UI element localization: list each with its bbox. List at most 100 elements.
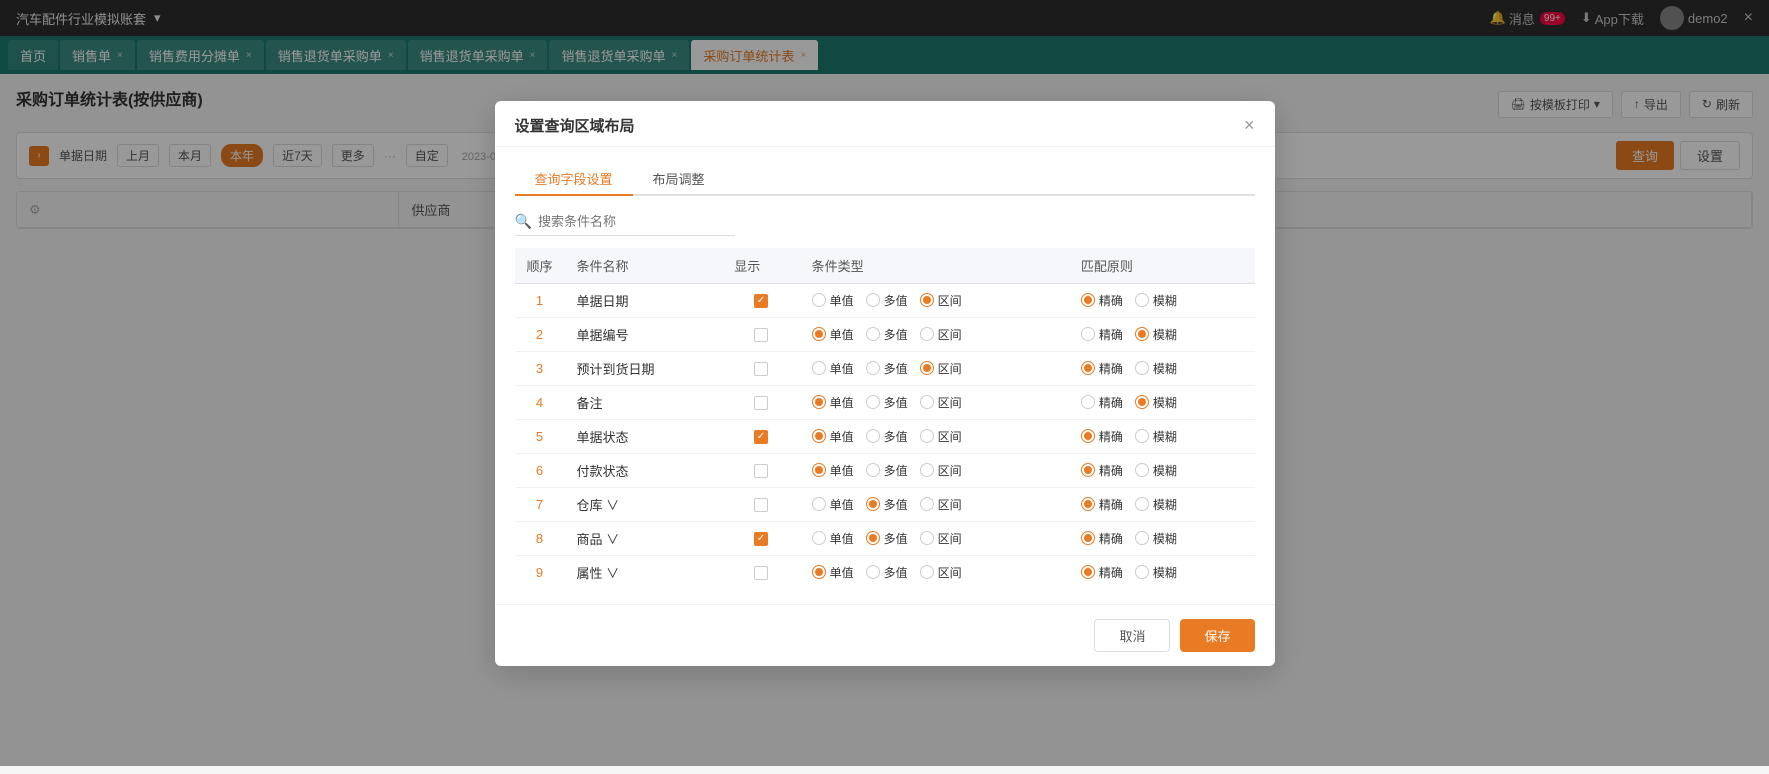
table-row-show-0[interactable] [722,283,799,317]
radio-match-模糊-row-8[interactable]: 模糊 [1135,564,1177,581]
radio-type-区间-row-4[interactable]: 区间 [920,428,962,445]
radio-circle-5-多值 [866,463,880,477]
radio-match-circle-0-模糊 [1135,293,1149,307]
radio-type-多值-row-6[interactable]: 多值 [866,496,908,513]
table-row-show-7[interactable] [722,521,799,555]
radio-match-circle-2-精确 [1081,361,1095,375]
table-row-show-4[interactable] [722,419,799,453]
modal-dialog: 设置查询区域布局 × 查询字段设置 布局调整 🔍 [495,101,1275,666]
radio-circle-0-多值 [866,293,880,307]
radio-type-多值-row-7[interactable]: 多值 [866,530,908,547]
table-row-show-3[interactable] [722,385,799,419]
checkbox-row-1[interactable] [754,328,768,342]
radio-type-多值-row-0[interactable]: 多值 [866,292,908,309]
radio-type-区间-row-3[interactable]: 区间 [920,394,962,411]
table-row-show-6[interactable] [722,487,799,521]
radio-type-区间-row-7[interactable]: 区间 [920,530,962,547]
table-row-order-1: 2 [515,317,565,351]
cancel-button[interactable]: 取消 [1094,619,1170,652]
radio-match-精确-row-4[interactable]: 精确 [1081,428,1123,445]
radio-type-单值-row-8[interactable]: 单值 [812,564,854,581]
radio-type-单值-row-2[interactable]: 单值 [812,360,854,377]
radio-match-模糊-row-6[interactable]: 模糊 [1135,496,1177,513]
table-row-type-4: 单值多值区间 [800,419,1069,453]
radio-match-模糊-row-4[interactable]: 模糊 [1135,428,1177,445]
table-row-show-5[interactable] [722,453,799,487]
table-row-type-5: 单值多值区间 [800,453,1069,487]
radio-match-模糊-row-0[interactable]: 模糊 [1135,292,1177,309]
radio-match-精确-row-3[interactable]: 精确 [1081,394,1123,411]
modal-search-input[interactable] [532,212,735,231]
radio-type-多值-row-3[interactable]: 多值 [866,394,908,411]
radio-type-多值-row-2[interactable]: 多值 [866,360,908,377]
radio-circle-4-单值 [812,429,826,443]
modal-table: 顺序 条件名称 显示 条件类型 匹配原则 1单据日期单值多值区间精确模糊2单据编… [515,248,1255,588]
save-button[interactable]: 保存 [1180,619,1254,652]
radio-match-精确-row-0[interactable]: 精确 [1081,292,1123,309]
radio-type-多值-row-4[interactable]: 多值 [866,428,908,445]
radio-type-单值-row-3[interactable]: 单值 [812,394,854,411]
radio-match-精确-row-2[interactable]: 精确 [1081,360,1123,377]
radio-match-精确-row-6[interactable]: 精确 [1081,496,1123,513]
checkbox-row-5[interactable] [754,464,768,478]
radio-match-精确-row-7[interactable]: 精确 [1081,530,1123,547]
modal-table-wrap: 顺序 条件名称 显示 条件类型 匹配原则 1单据日期单值多值区间精确模糊2单据编… [515,248,1255,588]
table-row-match-7: 精确模糊 [1069,521,1255,555]
modal-tab-layout[interactable]: 布局调整 [633,163,725,196]
modal-overlay[interactable]: 设置查询区域布局 × 查询字段设置 布局调整 🔍 [0,0,1769,766]
checkbox-row-6[interactable] [754,498,768,512]
radio-circle-0-区间 [920,293,934,307]
radio-type-单值-row-5[interactable]: 单值 [812,462,854,479]
radio-circle-7-单值 [812,531,826,545]
modal-footer: 取消 保存 [495,604,1275,666]
modal-close-button[interactable]: × [1244,116,1255,134]
radio-circle-3-单值 [812,395,826,409]
radio-match-精确-row-1[interactable]: 精确 [1081,326,1123,343]
radio-circle-5-单值 [812,463,826,477]
table-row-show-1[interactable] [722,317,799,351]
radio-match-精确-row-5[interactable]: 精确 [1081,462,1123,479]
table-row-match-4: 精确模糊 [1069,419,1255,453]
radio-type-多值-row-5[interactable]: 多值 [866,462,908,479]
radio-match-模糊-row-2[interactable]: 模糊 [1135,360,1177,377]
radio-type-多值-row-8[interactable]: 多值 [866,564,908,581]
radio-match-模糊-row-5[interactable]: 模糊 [1135,462,1177,479]
table-row-order-4: 5 [515,419,565,453]
radio-type-区间-row-8[interactable]: 区间 [920,564,962,581]
col-name: 条件名称 [565,248,723,284]
checkbox-row-3[interactable] [754,396,768,410]
radio-type-单值-row-1[interactable]: 单值 [812,326,854,343]
radio-match-circle-8-模糊 [1135,565,1149,579]
table-row-show-2[interactable] [722,351,799,385]
modal-body: 查询字段设置 布局调整 🔍 顺序 条件名称 显示 [495,147,1275,604]
table-row-type-8: 单值多值区间 [800,555,1069,588]
radio-type-区间-row-1[interactable]: 区间 [920,326,962,343]
radio-match-模糊-row-3[interactable]: 模糊 [1135,394,1177,411]
radio-type-单值-row-6[interactable]: 单值 [812,496,854,513]
radio-type-区间-row-5[interactable]: 区间 [920,462,962,479]
radio-circle-8-区间 [920,565,934,579]
radio-type-单值-row-0[interactable]: 单值 [812,292,854,309]
checkbox-row-0[interactable] [754,294,768,308]
radio-type-多值-row-1[interactable]: 多值 [866,326,908,343]
radio-match-模糊-row-7[interactable]: 模糊 [1135,530,1177,547]
table-row-match-5: 精确模糊 [1069,453,1255,487]
table-row-show-8[interactable] [722,555,799,588]
radio-circle-7-区间 [920,531,934,545]
radio-type-区间-row-0[interactable]: 区间 [920,292,962,309]
checkbox-row-8[interactable] [754,566,768,580]
checkbox-row-4[interactable] [754,430,768,444]
radio-type-单值-row-7[interactable]: 单值 [812,530,854,547]
modal-tab-field-setting[interactable]: 查询字段设置 [515,163,633,196]
table-row-name-7: 商品 ∨ [565,521,723,555]
radio-match-精确-row-8[interactable]: 精确 [1081,564,1123,581]
radio-match-模糊-row-1[interactable]: 模糊 [1135,326,1177,343]
radio-type-区间-row-2[interactable]: 区间 [920,360,962,377]
radio-type-单值-row-4[interactable]: 单值 [812,428,854,445]
radio-circle-4-区间 [920,429,934,443]
table-row-match-8: 精确模糊 [1069,555,1255,588]
radio-type-区间-row-6[interactable]: 区间 [920,496,962,513]
checkbox-row-7[interactable] [754,532,768,546]
table-row-order-3: 4 [515,385,565,419]
checkbox-row-2[interactable] [754,362,768,376]
